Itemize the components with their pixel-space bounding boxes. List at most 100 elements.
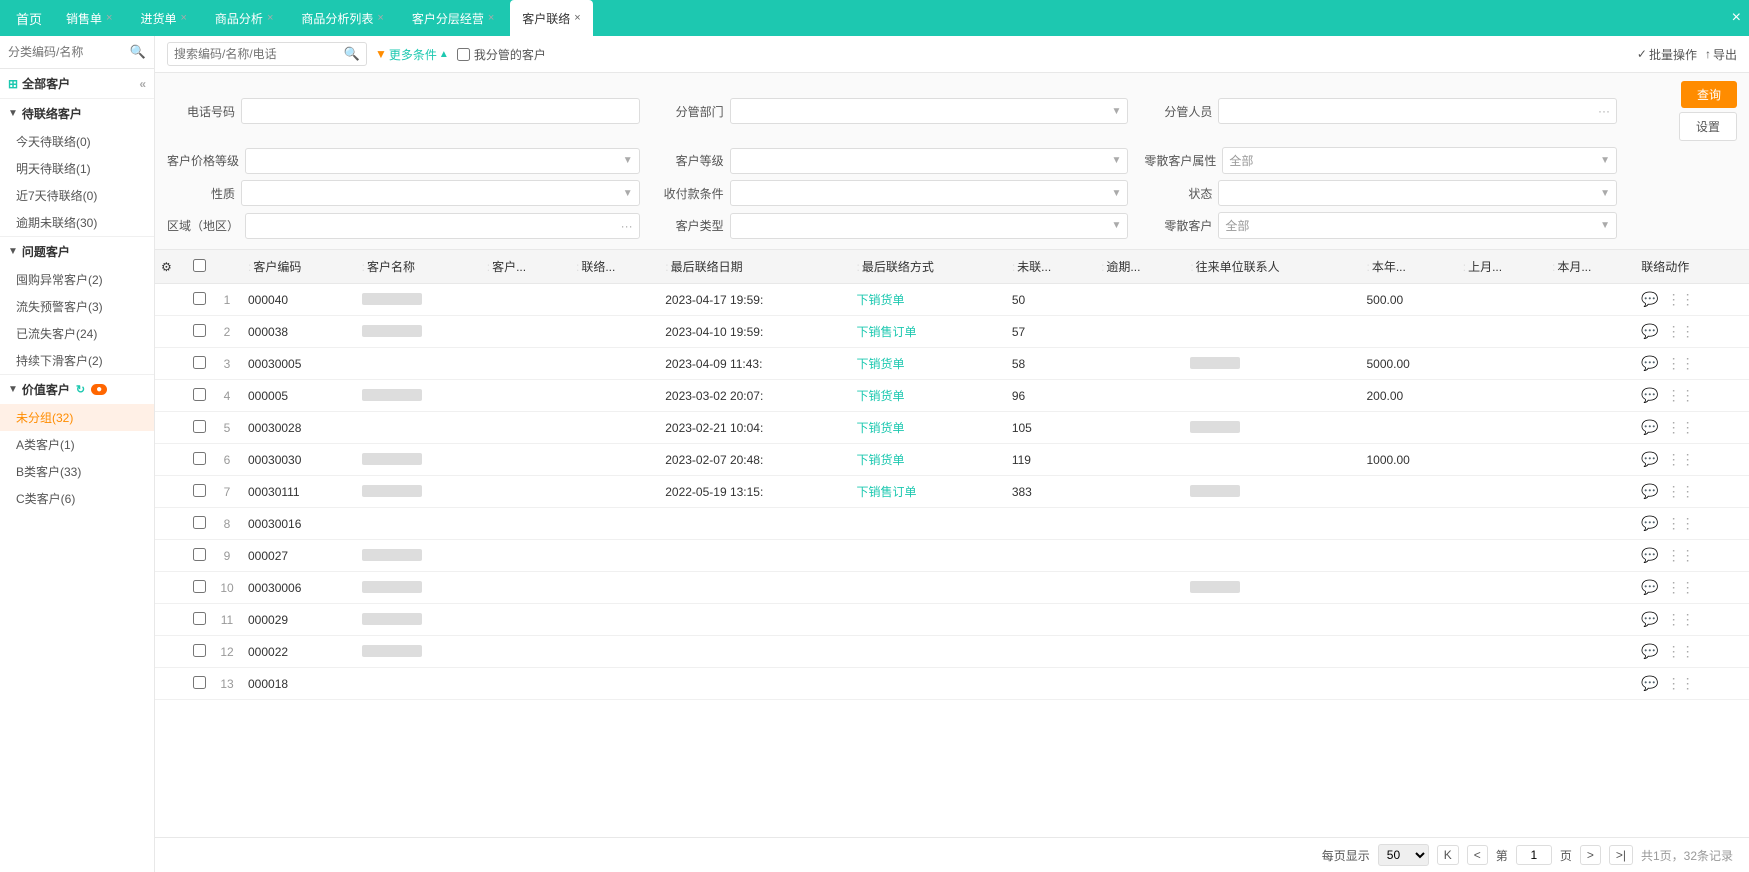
row-checkbox[interactable] (193, 580, 206, 593)
row-checkbox[interactable] (193, 484, 206, 497)
col-this-month[interactable]: :本月... (1546, 250, 1635, 284)
all-customers-header[interactable]: ⊞ 全部客户 « (0, 69, 154, 98)
close-icon[interactable]: × (488, 12, 494, 24)
sidebar-search-icon[interactable]: 🔍 (130, 44, 146, 60)
prev-page-btn[interactable]: < (1467, 845, 1488, 865)
my-customers-checkbox[interactable] (457, 48, 470, 61)
sidebar-search-input[interactable] (8, 45, 126, 59)
gear-icon[interactable]: ⚙ (161, 260, 172, 274)
more-icon[interactable]: ⋮⋮ (1667, 611, 1695, 628)
row-check-td[interactable] (187, 572, 212, 604)
more-icon[interactable]: ⋮⋮ (1667, 387, 1695, 404)
row-checkbox[interactable] (193, 644, 206, 657)
tab-customer-tier[interactable]: 客户分层经营 × (400, 0, 506, 36)
contact-way-link[interactable]: 下销货单 (857, 389, 905, 403)
row-check-td[interactable] (187, 284, 212, 316)
more-icon[interactable]: ⋮⋮ (1667, 483, 1695, 500)
message-icon[interactable]: 💬 (1641, 451, 1658, 468)
row-checkbox[interactable] (193, 292, 206, 305)
row-checkbox[interactable] (193, 516, 206, 529)
filter-input-region[interactable]: ··· (245, 213, 640, 239)
message-icon[interactable]: 💬 (1641, 323, 1658, 340)
contact-way-link[interactable]: 下销货单 (857, 293, 905, 307)
last-page-btn[interactable]: >| (1609, 845, 1633, 865)
filter-input-manager[interactable]: ··· (1218, 98, 1617, 124)
tab-customer-contact[interactable]: 客户联络 × (510, 0, 592, 36)
contact-way-link[interactable]: 下销货单 (857, 421, 905, 435)
col-code[interactable]: :客户编码 (242, 250, 356, 284)
col-this-year[interactable]: :本年... (1360, 250, 1456, 284)
page-input[interactable] (1516, 845, 1552, 865)
sidebar-item-churned[interactable]: 已流失客户(24) (0, 320, 154, 347)
row-check-td[interactable] (187, 636, 212, 668)
col-last-contact-way[interactable]: :最后联络方式 (851, 250, 1006, 284)
message-icon[interactable]: 💬 (1641, 291, 1658, 308)
batch-op-btn[interactable]: ✓ 批量操作 (1637, 46, 1697, 63)
message-icon[interactable]: 💬 (1641, 579, 1658, 596)
filter-select-cust-level[interactable]: ▼ (730, 148, 1129, 174)
filter-select-status[interactable]: ▼ (1218, 180, 1617, 206)
sidebar-item-today[interactable]: 今天待联络(0) (0, 128, 154, 155)
message-icon[interactable]: 💬 (1641, 547, 1658, 564)
search-input[interactable] (174, 47, 340, 61)
message-icon[interactable]: 💬 (1641, 643, 1658, 660)
more-icon[interactable]: ⋮⋮ (1667, 547, 1695, 564)
row-check-td[interactable] (187, 508, 212, 540)
col-overdue[interactable]: :逾期... (1095, 250, 1184, 284)
sidebar-item-abnormal[interactable]: 囤购异常客户(2) (0, 266, 154, 293)
col-last-month[interactable]: :上月... (1457, 250, 1546, 284)
sidebar-section-pending[interactable]: ▼ 待联络客户 (0, 99, 154, 128)
row-check-td[interactable] (187, 316, 212, 348)
reset-button[interactable]: 设置 (1679, 112, 1737, 141)
message-icon[interactable]: 💬 (1641, 515, 1658, 532)
more-filters-btn[interactable]: ▼ 更多条件 ▲ (375, 46, 449, 63)
message-icon[interactable]: 💬 (1641, 419, 1658, 436)
message-icon[interactable]: 💬 (1641, 387, 1658, 404)
my-customers-filter[interactable]: 我分管的客户 (457, 46, 546, 63)
col-contact[interactable]: :联络... (570, 250, 659, 284)
filter-select-price-level[interactable]: ▼ (245, 148, 640, 174)
tab-goods-analysis[interactable]: 商品分析 × (203, 0, 285, 36)
message-icon[interactable]: 💬 (1641, 483, 1658, 500)
filter-input-phone[interactable] (241, 98, 640, 124)
tab-sales[interactable]: 销售单 × (54, 0, 124, 36)
close-icon[interactable]: × (180, 12, 186, 24)
close-icon[interactable]: × (574, 12, 580, 24)
more-icon[interactable]: ⋮⋮ (1667, 419, 1695, 436)
message-icon[interactable]: 💬 (1641, 611, 1658, 628)
row-check-td[interactable] (187, 476, 212, 508)
sidebar-item-tomorrow[interactable]: 明天待联络(1) (0, 155, 154, 182)
sidebar-item-c-class[interactable]: C类客户(6) (0, 485, 154, 512)
filter-select-nature[interactable]: ▼ (241, 180, 640, 206)
sidebar-section-problem[interactable]: ▼ 问题客户 (0, 237, 154, 266)
more-icon[interactable]: ⋮⋮ (1667, 515, 1695, 532)
col-gear[interactable]: ⚙ (155, 250, 187, 284)
window-close-icon[interactable]: × (1732, 9, 1741, 27)
row-check-td[interactable] (187, 604, 212, 636)
more-icon[interactable]: ⋮⋮ (1667, 323, 1695, 340)
more-icon[interactable]: ⋮⋮ (1667, 291, 1695, 308)
col-type[interactable]: :客户... (481, 250, 570, 284)
filter-select-dept[interactable]: ▼ (730, 98, 1129, 124)
more-icon[interactable]: ⋮⋮ (1667, 643, 1695, 660)
tab-purchase[interactable]: 进货单 × (128, 0, 198, 36)
col-check[interactable] (187, 250, 212, 284)
more-icon[interactable]: ⋮⋮ (1667, 579, 1695, 596)
col-not-contact[interactable]: :未联... (1006, 250, 1095, 284)
first-page-btn[interactable]: K (1437, 845, 1459, 865)
home-tab[interactable]: 首页 (8, 9, 50, 28)
row-checkbox[interactable] (193, 388, 206, 401)
col-last-contact-date[interactable]: :最后联络日期 (659, 250, 850, 284)
row-checkbox[interactable] (193, 676, 206, 689)
query-button[interactable]: 查询 (1681, 81, 1737, 108)
row-check-td[interactable] (187, 348, 212, 380)
row-checkbox[interactable] (193, 420, 206, 433)
more-icon[interactable]: ⋮⋮ (1667, 451, 1695, 468)
close-icon[interactable]: × (106, 12, 112, 24)
select-all-checkbox[interactable] (193, 259, 206, 272)
filter-select-retail[interactable]: 全部 ▼ (1218, 212, 1617, 239)
row-check-td[interactable] (187, 380, 212, 412)
row-checkbox[interactable] (193, 452, 206, 465)
filter-select-cust-type[interactable]: ▼ (730, 213, 1129, 239)
row-check-td[interactable] (187, 668, 212, 700)
